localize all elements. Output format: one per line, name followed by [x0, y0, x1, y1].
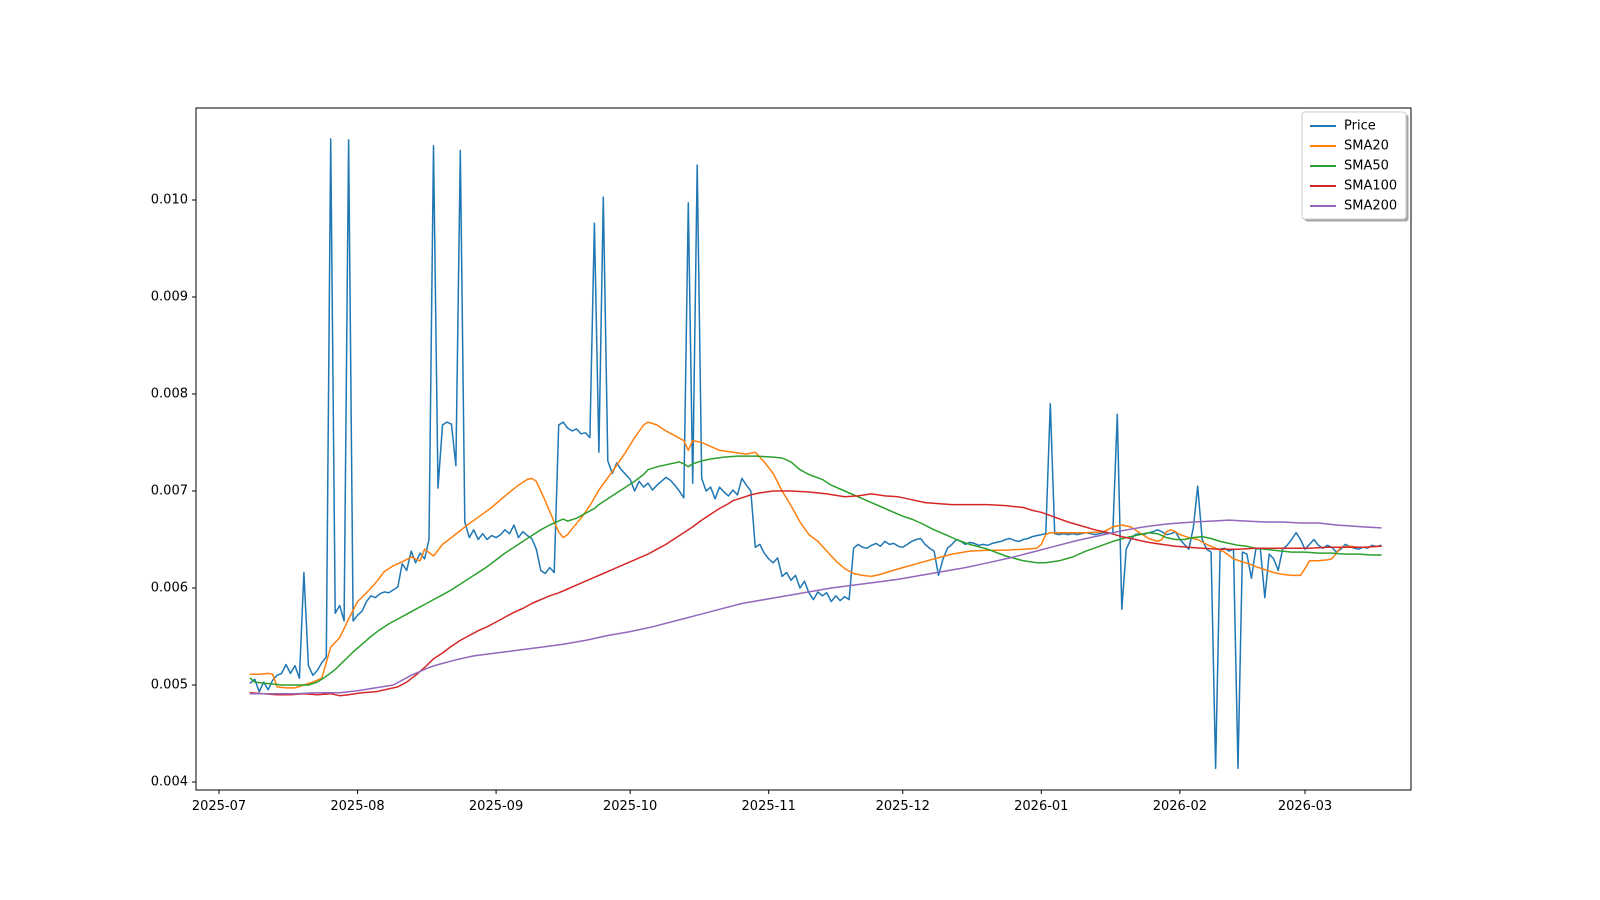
x-tick-label: 2025-09: [469, 799, 523, 814]
price-sma-chart: 0.004 0.005 0.006 0.007 0.008 0.009 0.010 2025-…: [151, 107, 1412, 814]
x-tick-label: 2025-11: [742, 799, 796, 814]
legend-label: SMA50: [1344, 159, 1389, 174]
x-tick-label: 2025-10: [603, 799, 657, 814]
y-tick-label: 0.005: [151, 678, 188, 693]
x-tick-label: 2026-03: [1278, 799, 1332, 814]
x-tick-label: 2025-08: [330, 799, 384, 814]
legend: Price SMA20 SMA50 SMA100 SMA200: [1301, 111, 1409, 222]
y-tick-label: 0.004: [151, 775, 188, 790]
x-tick-label: 2025-07: [192, 799, 246, 814]
legend-label: Price: [1344, 119, 1376, 134]
y-tick-label: 0.008: [151, 387, 188, 402]
legend-label: SMA200: [1344, 199, 1397, 214]
x-tick-label: 2026-01: [1014, 799, 1068, 814]
legend-label: SMA100: [1344, 179, 1397, 194]
y-tick-label: 0.006: [151, 581, 188, 596]
figure: 0.004 0.005 0.006 0.007 0.008 0.009 0.010 2025-…: [0, 0, 1600, 900]
y-tick-label: 0.010: [151, 193, 188, 208]
x-tick-label: 2025-12: [876, 799, 930, 814]
legend-label: SMA20: [1344, 139, 1389, 154]
y-tick-label: 0.007: [151, 484, 188, 499]
y-axis: 0.004 0.005 0.006 0.007 0.008 0.009 0.010: [151, 193, 196, 790]
x-axis: 2025-07 2025-08 2025-09 2025-10 2025-11 2025-…: [192, 790, 1332, 814]
x-tick-label: 2026-02: [1153, 799, 1207, 814]
y-tick-label: 0.009: [151, 290, 188, 305]
